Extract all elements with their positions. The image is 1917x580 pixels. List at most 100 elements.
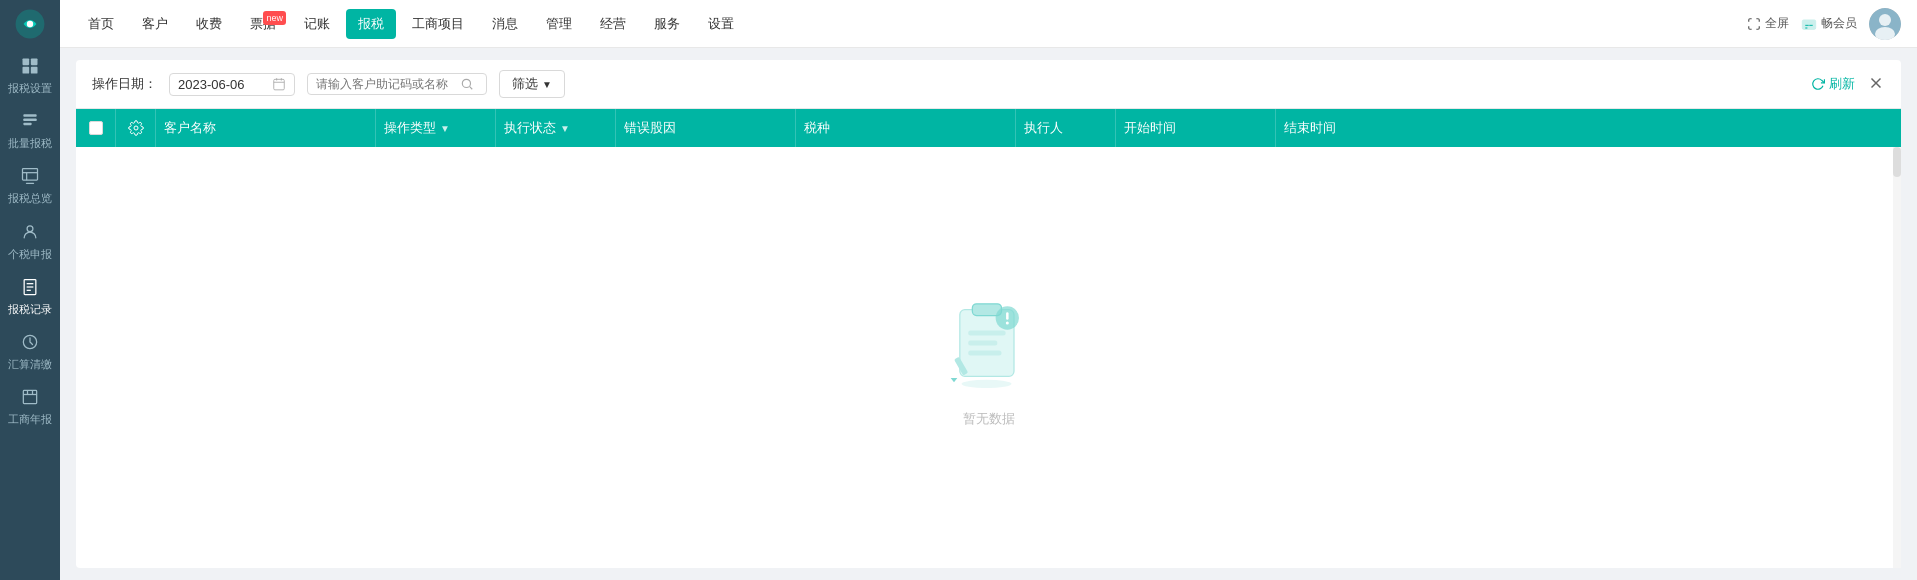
- svg-marker-45: [950, 378, 957, 382]
- nav-settings[interactable]: 设置: [696, 9, 746, 39]
- nav-management[interactable]: 管理: [534, 9, 584, 39]
- sidebar: 报税设置 批量报税 报税总览: [0, 0, 60, 580]
- table-header: 客户名称 操作类型 ▼ 执行状态 ▼ 错误股因 税种: [76, 109, 1901, 147]
- date-input[interactable]: [178, 77, 268, 92]
- svg-rect-4: [23, 67, 30, 74]
- svg-point-46: [961, 379, 1011, 387]
- member-btn[interactable]: 畅会员: [1801, 15, 1857, 32]
- sidebar-item-individual-tax-label: 个税申报: [8, 248, 52, 261]
- topnav: 首页 客户 收费 票据 new 记账 报税 工商项目 消息 管理 经营 服务 设…: [60, 0, 1917, 48]
- th-customer-name: 客户名称: [156, 109, 376, 147]
- svg-rect-42: [1006, 312, 1009, 320]
- select-all-checkbox[interactable]: [89, 121, 103, 135]
- nav-home[interactable]: 首页: [76, 9, 126, 39]
- date-input-wrap[interactable]: [169, 73, 295, 96]
- sort-icon-operation-type: ▼: [440, 123, 450, 134]
- sidebar-item-settlement[interactable]: 汇算清缴: [0, 324, 60, 379]
- empty-text: 暂无数据: [963, 410, 1015, 428]
- svg-rect-2: [23, 59, 30, 66]
- fullscreen-label: 全屏: [1765, 15, 1789, 32]
- scrollbar-track[interactable]: [1893, 147, 1901, 568]
- table-body: 暂无数据: [76, 147, 1901, 568]
- th-gear[interactable]: [116, 109, 156, 147]
- nav-service[interactable]: 服务: [642, 9, 692, 39]
- nav-message[interactable]: 消息: [480, 9, 530, 39]
- annual-report-icon: [20, 387, 40, 410]
- th-end-time: 结束时间: [1276, 109, 1406, 147]
- sidebar-item-tax-settings-label: 报税设置: [8, 82, 52, 95]
- date-label: 操作日期：: [92, 75, 157, 93]
- search-input-wrap[interactable]: [307, 73, 487, 95]
- sidebar-item-batch-tax-label: 批量报税: [8, 137, 52, 150]
- sidebar-item-annual-report[interactable]: 工商年报: [0, 379, 60, 434]
- svg-rect-12: [26, 183, 34, 184]
- close-button[interactable]: [1867, 74, 1885, 95]
- tax-settings-icon: [20, 56, 40, 79]
- settlement-icon: [20, 332, 40, 355]
- nav-operations[interactable]: 经营: [588, 9, 638, 39]
- filter-button[interactable]: 筛选 ▼: [499, 70, 565, 98]
- scrollbar-thumb[interactable]: [1893, 147, 1901, 177]
- content-area: 操作日期：: [60, 48, 1917, 580]
- toolbar: 操作日期：: [76, 60, 1901, 109]
- search-input[interactable]: [316, 77, 456, 91]
- svg-rect-6: [23, 115, 36, 118]
- invoice-badge: new: [263, 11, 286, 25]
- sort-icon-exec-status: ▼: [560, 123, 570, 134]
- svg-point-25: [1879, 14, 1891, 26]
- topnav-right: 全屏 畅会员: [1747, 8, 1901, 40]
- svg-rect-3: [31, 59, 38, 66]
- tax-records-icon: [20, 277, 40, 300]
- member-label: 畅会员: [1821, 15, 1857, 32]
- th-start-time: 开始时间: [1116, 109, 1276, 147]
- svg-line-32: [470, 87, 473, 90]
- empty-illustration: [939, 288, 1039, 398]
- search-icon: [460, 77, 474, 91]
- filter-label: 筛选: [512, 75, 538, 93]
- refresh-label: 刷新: [1829, 75, 1855, 93]
- svg-rect-9: [23, 169, 38, 181]
- content-card: 操作日期：: [76, 60, 1901, 568]
- table-wrap: 客户名称 操作类型 ▼ 执行状态 ▼ 错误股因 税种: [76, 109, 1901, 568]
- svg-rect-27: [274, 79, 285, 90]
- svg-rect-7: [23, 119, 36, 122]
- sidebar-item-individual-tax[interactable]: 个税申报: [0, 214, 60, 269]
- refresh-icon: [1811, 77, 1825, 91]
- fullscreen-btn[interactable]: 全屏: [1747, 15, 1789, 32]
- calendar-icon: [272, 77, 286, 91]
- svg-rect-40: [968, 350, 1001, 355]
- close-icon: [1867, 74, 1885, 92]
- sidebar-item-tax-overview[interactable]: 报税总览: [0, 158, 60, 213]
- th-exec-status[interactable]: 执行状态 ▼: [496, 109, 616, 147]
- user-avatar[interactable]: [1869, 8, 1901, 40]
- filter-chevron-icon: ▼: [542, 79, 552, 90]
- sidebar-item-tax-settings[interactable]: 报税设置: [0, 48, 60, 103]
- svg-point-1: [27, 21, 33, 27]
- sidebar-item-annual-report-label: 工商年报: [8, 413, 52, 426]
- main-area: 首页 客户 收费 票据 new 记账 报税 工商项目 消息 管理 经营 服务 设…: [60, 0, 1917, 580]
- th-checkbox[interactable]: [76, 109, 116, 147]
- gear-icon: [128, 120, 144, 136]
- batch-tax-icon: [20, 111, 40, 134]
- th-operation-type[interactable]: 操作类型 ▼: [376, 109, 496, 147]
- svg-point-35: [134, 126, 138, 130]
- svg-rect-23: [1802, 20, 1815, 29]
- nav-business[interactable]: 工商项目: [400, 9, 476, 39]
- svg-rect-38: [968, 330, 1006, 335]
- nav-customer[interactable]: 客户: [130, 9, 180, 39]
- th-tax-type: 税种: [796, 109, 1016, 147]
- sidebar-item-tax-records-label: 报税记录: [8, 303, 52, 316]
- sidebar-item-batch-tax[interactable]: 批量报税: [0, 103, 60, 158]
- individual-tax-icon: [20, 222, 40, 245]
- svg-point-43: [1005, 321, 1008, 324]
- sidebar-logo: [0, 0, 60, 48]
- empty-state: 暂无数据: [939, 288, 1039, 428]
- th-executor: 执行人: [1016, 109, 1116, 147]
- svg-rect-5: [31, 67, 38, 74]
- nav-accounts[interactable]: 记账: [292, 9, 342, 39]
- refresh-button[interactable]: 刷新: [1811, 75, 1855, 93]
- nav-billing[interactable]: 收费: [184, 9, 234, 39]
- sidebar-item-tax-records[interactable]: 报税记录: [0, 269, 60, 324]
- nav-invoice[interactable]: 票据 new: [238, 9, 288, 39]
- nav-tax[interactable]: 报税: [346, 9, 396, 39]
